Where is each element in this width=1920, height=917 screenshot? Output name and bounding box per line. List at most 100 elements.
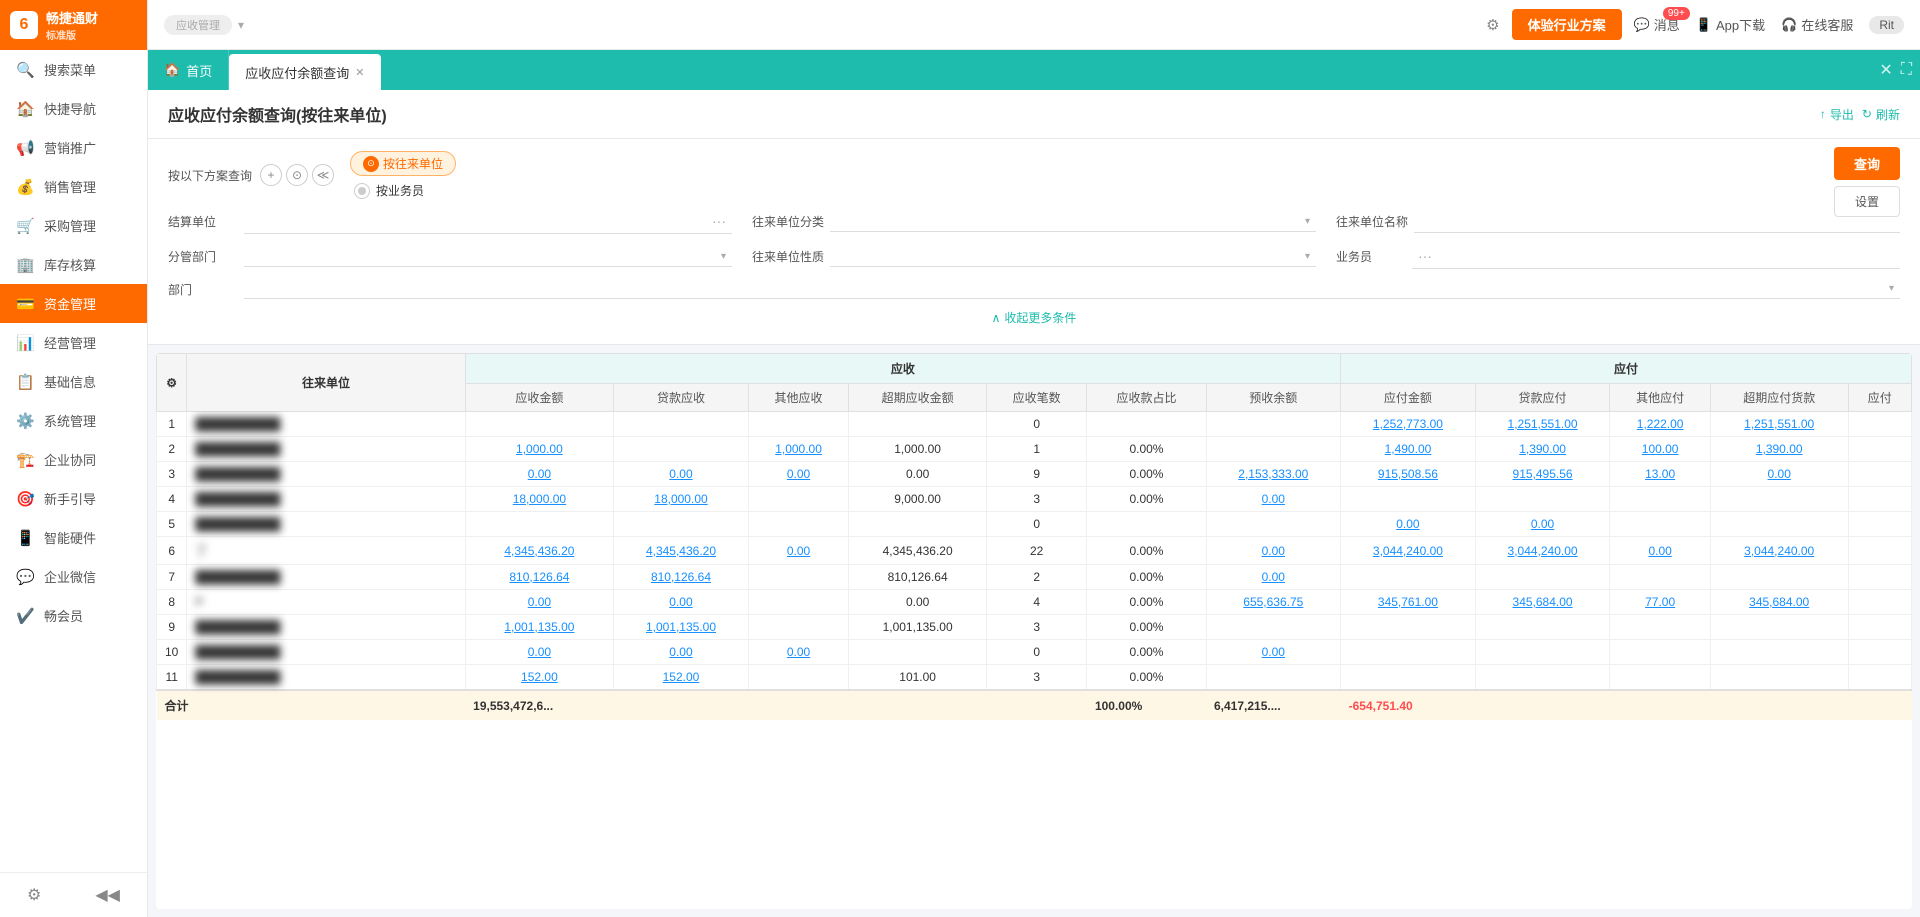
sidebar-item-hardware[interactable]: 📱 智能硬件 — [0, 518, 147, 557]
row-ysk[interactable]: 810,126.64 — [465, 565, 614, 590]
row-dkys[interactable]: 4,345,436.20 — [614, 537, 749, 565]
row-qtyf[interactable] — [1610, 512, 1711, 537]
settings-scheme-btn[interactable]: ⊙ — [286, 164, 308, 186]
sidebar-item-enterprise[interactable]: 🏗️ 企业协同 — [0, 440, 147, 479]
row-ysk[interactable]: 152.00 — [465, 665, 614, 691]
gear-icon[interactable]: ⚙ — [1486, 16, 1499, 34]
row-ysk2[interactable]: 1,490.00 — [1341, 437, 1476, 462]
row-qtyf[interactable] — [1610, 565, 1711, 590]
row-ysk2[interactable]: 915,508.56 — [1341, 462, 1476, 487]
sidebar-collapse-btn[interactable]: ◀◀ — [87, 881, 128, 909]
row-ysk[interactable] — [465, 412, 614, 437]
sidebar-item-system[interactable]: ⚙️ 系统管理 — [0, 401, 147, 440]
row-qtys[interactable]: 0.00 — [748, 537, 849, 565]
message-btn[interactable]: 💬 消息 99+ — [1634, 15, 1680, 34]
row-ysk[interactable]: 0.00 — [465, 640, 614, 665]
row-ysk[interactable] — [465, 512, 614, 537]
row-ysy[interactable]: 2,153,333.00 — [1206, 462, 1341, 487]
row-ysy[interactable]: 0.00 — [1206, 487, 1341, 512]
row-dkyf[interactable]: 1,390.00 — [1475, 437, 1610, 462]
sidebar-item-weixin[interactable]: 💬 企业微信 — [0, 557, 147, 596]
row-cqyf[interactable]: 0.00 — [1710, 462, 1848, 487]
row-ysk2[interactable] — [1341, 615, 1476, 640]
sidebar-item-quick-nav[interactable]: 🏠 快捷导航 — [0, 89, 147, 128]
tab-query[interactable]: 应收应付余额查询 ✕ — [229, 54, 381, 90]
maximize-icon[interactable]: ⛶ — [1901, 61, 1912, 79]
row-dkys[interactable] — [614, 412, 749, 437]
row-ysy[interactable] — [1206, 512, 1341, 537]
row-qtys[interactable] — [748, 412, 849, 437]
sidebar-item-member[interactable]: ✔️ 畅会员 — [0, 596, 147, 635]
sidebar-item-basic[interactable]: 📋 基础信息 — [0, 362, 147, 401]
row-dkys[interactable] — [614, 437, 749, 462]
row-dkyf[interactable]: 0.00 — [1475, 512, 1610, 537]
settings-button[interactable]: 设置 — [1834, 186, 1900, 217]
row-cqyf[interactable] — [1710, 615, 1848, 640]
row-ysk[interactable]: 0.00 — [465, 590, 614, 615]
row-dkyf[interactable]: 3,044,240.00 — [1475, 537, 1610, 565]
row-dkys[interactable]: 1,001,135.00 — [614, 615, 749, 640]
row-qtyf[interactable]: 100.00 — [1610, 437, 1711, 462]
row-dkyf[interactable] — [1475, 615, 1610, 640]
row-qtyf[interactable] — [1610, 640, 1711, 665]
row-qtys[interactable] — [748, 512, 849, 537]
row-qtyf[interactable] — [1610, 615, 1711, 640]
add-scheme-btn[interactable]: + — [260, 164, 282, 186]
row-qtys[interactable] — [748, 615, 849, 640]
export-button[interactable]: ↑ 导出 — [1820, 106, 1854, 123]
row-cqyf[interactable] — [1710, 487, 1848, 512]
sidebar-item-purchase[interactable]: 🛒 采购管理 — [0, 206, 147, 245]
bumen-select[interactable]: ▾ — [244, 279, 1900, 299]
row-ysk[interactable]: 0.00 — [465, 462, 614, 487]
row-qtys[interactable] — [748, 590, 849, 615]
row-ysy[interactable]: 0.00 — [1206, 565, 1341, 590]
row-ysk[interactable]: 1,000.00 — [465, 437, 614, 462]
row-ysy[interactable] — [1206, 615, 1341, 640]
row-ysy[interactable] — [1206, 412, 1341, 437]
row-dkyf[interactable]: 345,684.00 — [1475, 590, 1610, 615]
row-ysk[interactable]: 18,000.00 — [465, 487, 614, 512]
row-dkys[interactable]: 810,126.64 — [614, 565, 749, 590]
xingzhi-select[interactable]: ▾ — [830, 247, 1316, 267]
row-qtys[interactable]: 0.00 — [748, 640, 849, 665]
yewuyuan-select[interactable]: ··· — [1412, 244, 1900, 269]
row-ysy[interactable]: 0.00 — [1206, 640, 1341, 665]
back-btn[interactable]: ≪ — [312, 164, 334, 186]
sidebar-item-sales[interactable]: 💰 销售管理 — [0, 167, 147, 206]
row-qtys[interactable]: 0.00 — [748, 462, 849, 487]
row-dkys[interactable]: 0.00 — [614, 590, 749, 615]
row-cqyf[interactable] — [1710, 665, 1848, 691]
row-ysk2[interactable]: 345,761.00 — [1341, 590, 1476, 615]
tab-home[interactable]: 🏠 首页 — [148, 50, 229, 90]
name-input[interactable] — [1414, 210, 1900, 233]
row-qtyf[interactable]: 0.00 — [1610, 537, 1711, 565]
row-ysk[interactable]: 1,001,135.00 — [465, 615, 614, 640]
row-ysy[interactable] — [1206, 437, 1341, 462]
row-cqyf[interactable]: 345,684.00 — [1710, 590, 1848, 615]
sidebar-item-search-menu[interactable]: 🔍 搜索菜单 — [0, 50, 147, 89]
filter-option-partner[interactable]: ⊙ 按往来单位 — [350, 151, 456, 176]
row-qtyf[interactable]: 77.00 — [1610, 590, 1711, 615]
row-qtys[interactable]: 1,000.00 — [748, 437, 849, 462]
table-wrapper[interactable]: ⚙ 往来单位 应收 应付 应收金额 贷款应收 其他应收 超期应收金额 应收笔数 … — [156, 353, 1912, 909]
row-dkyf[interactable] — [1475, 565, 1610, 590]
row-ysy[interactable]: 655,636.75 — [1206, 590, 1341, 615]
row-ysy[interactable]: 0.00 — [1206, 537, 1341, 565]
row-ysk2[interactable]: 1,252,773.00 — [1341, 412, 1476, 437]
online-service-btn[interactable]: 🎧 在线客服 — [1781, 15, 1853, 34]
fenguan-select[interactable]: ▾ — [244, 247, 732, 267]
row-ysk2[interactable]: 3,044,240.00 — [1341, 537, 1476, 565]
query-button[interactable]: 查询 — [1834, 147, 1900, 180]
row-cqyf[interactable] — [1710, 565, 1848, 590]
sidebar-item-operation[interactable]: 📊 经营管理 — [0, 323, 147, 362]
row-qtys[interactable] — [748, 487, 849, 512]
row-dkys[interactable]: 18,000.00 — [614, 487, 749, 512]
row-qtys[interactable] — [748, 565, 849, 590]
row-qtyf[interactable] — [1610, 665, 1711, 691]
tab-close-icon[interactable]: ✕ — [355, 66, 364, 79]
fenlei-select[interactable]: ▾ — [830, 212, 1316, 232]
user-avatar[interactable]: Rit — [1869, 16, 1904, 34]
row-qtys[interactable] — [748, 665, 849, 691]
row-qtyf[interactable]: 1,222.00 — [1610, 412, 1711, 437]
chevron-down-icon[interactable]: ▾ — [238, 18, 244, 32]
